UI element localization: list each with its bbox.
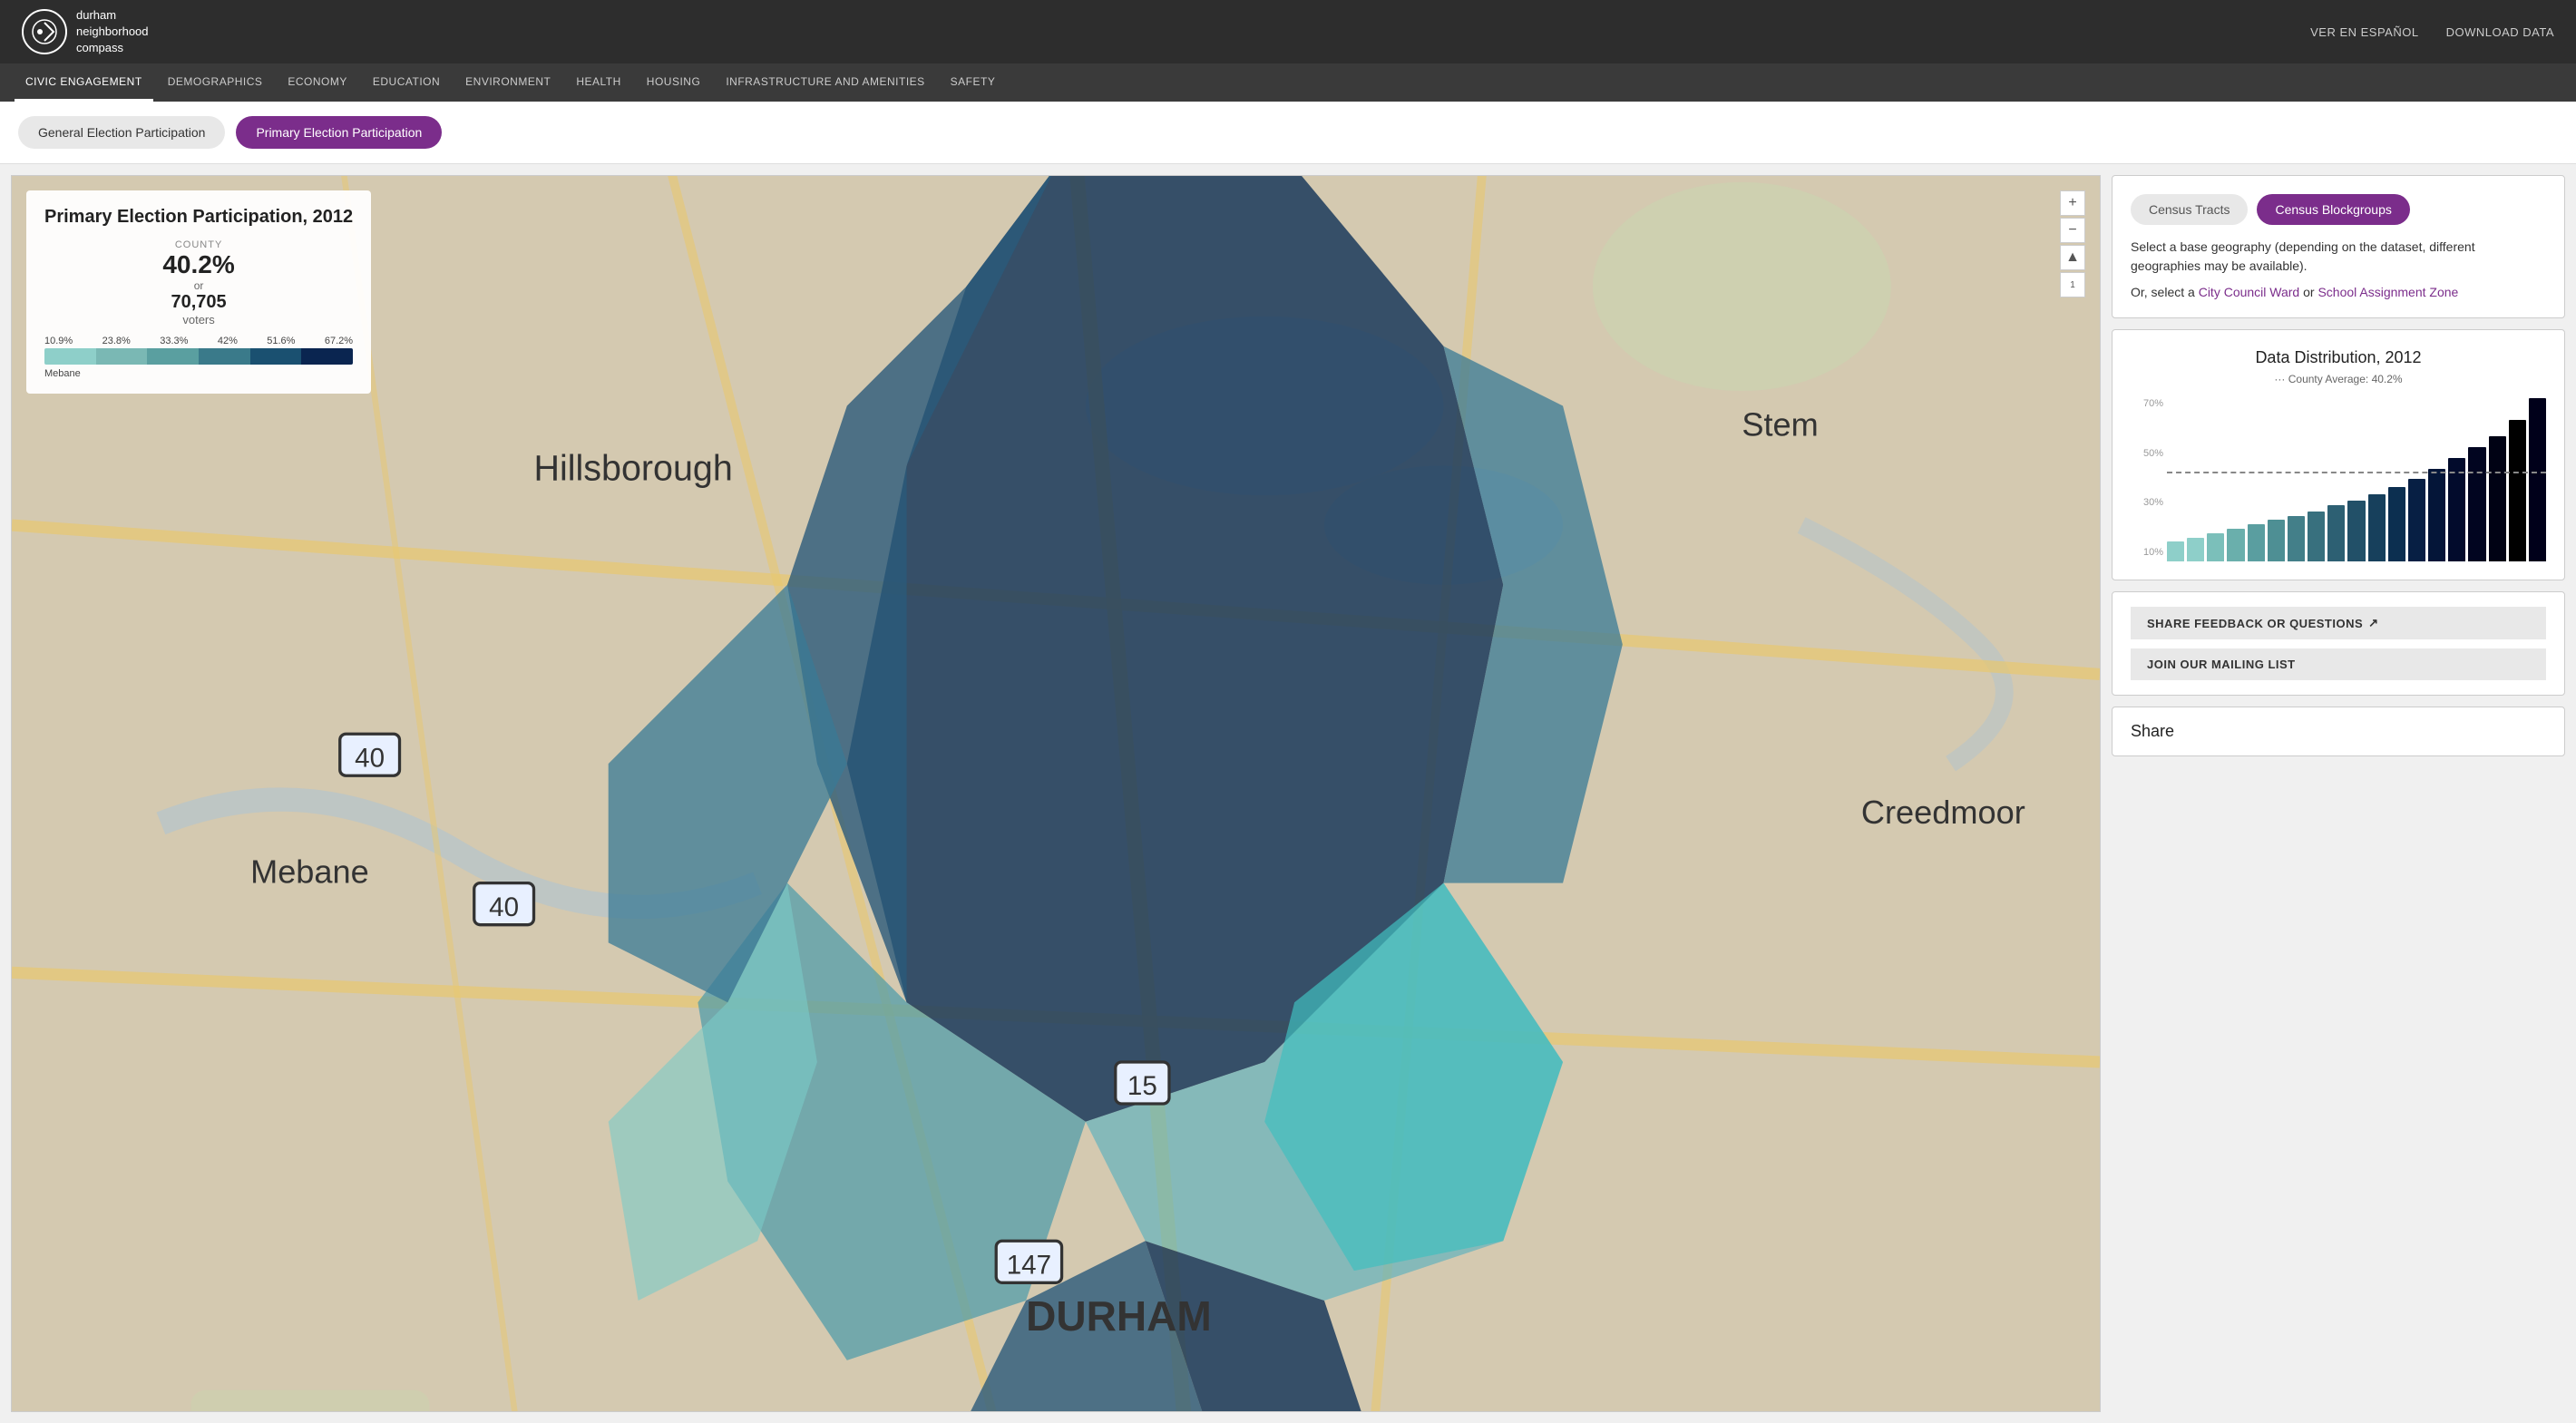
- map-title: Primary Election Participation, 2012: [44, 205, 353, 229]
- county-average-label: ··· County Average: 40.2%: [2131, 373, 2546, 385]
- chart-bar: [2308, 512, 2325, 561]
- chart-bar: [2187, 538, 2204, 561]
- county-voters-label: voters: [44, 313, 353, 327]
- nav-economy[interactable]: ECONOMY: [277, 63, 358, 102]
- chart-bar: [2368, 494, 2386, 561]
- zoom-in-button[interactable]: +: [2060, 190, 2085, 216]
- logo-area: durham neighborhood compass: [22, 7, 149, 57]
- nav-civic-engagement[interactable]: CIVIC ENGAGEMENT: [15, 63, 153, 102]
- tab-bar: General Election Participation Primary E…: [0, 102, 2576, 164]
- tab-primary-election[interactable]: Primary Election Participation: [236, 116, 442, 149]
- map-zoom-controls: + − ▲ 1: [2060, 190, 2085, 297]
- chart-bar: [2529, 398, 2546, 561]
- chart-bar: [2388, 487, 2405, 561]
- legend-labels: 10.9% 23.8% 33.3% 42% 51.6% 67.2%: [44, 336, 353, 346]
- download-link[interactable]: DOWNLOAD DATA: [2446, 25, 2554, 39]
- right-panel: Census Tracts Census Blockgroups Select …: [2112, 175, 2565, 1412]
- county-percent: 40.2%: [44, 250, 353, 279]
- chart-bar: [2408, 479, 2425, 561]
- geography-links: Or, select a City Council Ward or School…: [2131, 285, 2546, 299]
- city-council-ward-link[interactable]: City Council Ward: [2199, 285, 2300, 299]
- chart-bar: [2288, 516, 2305, 561]
- y-label-30: 30%: [2131, 497, 2167, 508]
- svg-text:Hillsborough: Hillsborough: [534, 449, 733, 489]
- distribution-title: Data Distribution, 2012: [2131, 348, 2546, 367]
- legend-bar: [44, 348, 353, 365]
- nav-environment[interactable]: ENVIRONMENT: [454, 63, 561, 102]
- chart-bar: [2448, 458, 2465, 561]
- compass-button[interactable]: ▲: [2060, 245, 2085, 270]
- svg-text:147: 147: [1007, 1250, 1051, 1280]
- share-feedback-button[interactable]: SHARE FEEDBACK OR QUESTIONS ↗: [2131, 607, 2546, 639]
- geography-buttons: Census Tracts Census Blockgroups: [2131, 194, 2546, 225]
- nav-infrastructure[interactable]: INFRASTRUCTURE AND AMENITIES: [715, 63, 935, 102]
- chart-bar: [2347, 501, 2365, 561]
- chart-bar: [2428, 469, 2445, 561]
- share-card: Share: [2112, 707, 2565, 756]
- main-content: Mebane Hillsborough Stem Creedmoor Frank…: [0, 164, 2576, 1423]
- chart-bar: [2268, 520, 2285, 561]
- nav-health[interactable]: HEALTH: [565, 63, 631, 102]
- chart-bar: [2327, 505, 2345, 561]
- map-info-overlay: Primary Election Participation, 2012 COU…: [26, 190, 371, 394]
- nav-education[interactable]: EDUCATION: [362, 63, 451, 102]
- census-tracts-button[interactable]: Census Tracts: [2131, 194, 2248, 225]
- mailing-list-button[interactable]: JOIN OUR MAILING LIST: [2131, 648, 2546, 680]
- svg-text:DURHAM: DURHAM: [1026, 1292, 1212, 1340]
- logo-text: durham neighborhood compass: [76, 7, 149, 57]
- chart-bar: [2468, 447, 2485, 561]
- county-label: COUNTY: [44, 239, 353, 250]
- chart-average-line: [2167, 472, 2546, 473]
- chart-bars: [2167, 398, 2546, 561]
- y-label-50: 50%: [2131, 448, 2167, 459]
- chart-bar: [2207, 533, 2224, 561]
- map-panel: Mebane Hillsborough Stem Creedmoor Frank…: [11, 175, 2101, 1412]
- tab-general-election[interactable]: General Election Participation: [18, 116, 225, 149]
- external-link-icon: ↗: [2368, 616, 2378, 630]
- chart-bar: [2167, 541, 2184, 561]
- nav-demographics[interactable]: DEMOGRAPHICS: [157, 63, 274, 102]
- y-label-70: 70%: [2131, 398, 2167, 409]
- chart-bar: [2489, 436, 2506, 561]
- nav-safety[interactable]: SAFETY: [940, 63, 1007, 102]
- main-nav: CIVIC ENGAGEMENT DEMOGRAPHICS ECONOMY ED…: [0, 63, 2576, 102]
- census-blockgroups-button[interactable]: Census Blockgroups: [2257, 194, 2409, 225]
- y-label-10: 10%: [2131, 547, 2167, 558]
- chart-area: 70% 50% 30% 10%: [2131, 398, 2546, 561]
- county-or: or: [44, 279, 353, 292]
- chart-bar: [2227, 529, 2244, 561]
- svg-text:40: 40: [489, 892, 519, 922]
- header-links: VER EN ESPAÑOL DOWNLOAD DATA: [2310, 25, 2554, 39]
- spanish-link[interactable]: VER EN ESPAÑOL: [2310, 25, 2418, 39]
- geography-card: Census Tracts Census Blockgroups Select …: [2112, 175, 2565, 318]
- chart-bar: [2248, 524, 2265, 561]
- zoom-level-button[interactable]: 1: [2060, 272, 2085, 297]
- chart-y-labels: 70% 50% 30% 10%: [2131, 398, 2167, 561]
- county-voters: 70,705: [44, 292, 353, 313]
- svg-text:15: 15: [1127, 1071, 1157, 1101]
- legend-location: Mebane: [44, 368, 353, 379]
- nav-housing[interactable]: HOUSING: [636, 63, 712, 102]
- zoom-out-button[interactable]: −: [2060, 218, 2085, 243]
- school-assignment-zone-link[interactable]: School Assignment Zone: [2317, 285, 2458, 299]
- svg-text:Mebane: Mebane: [250, 853, 369, 891]
- header: durham neighborhood compass VER EN ESPAÑ…: [0, 0, 2576, 63]
- distribution-card: Data Distribution, 2012 ··· County Avera…: [2112, 329, 2565, 580]
- svg-text:Creedmoor: Creedmoor: [1861, 794, 2025, 831]
- share-title: Share: [2131, 722, 2546, 741]
- svg-text:40: 40: [355, 743, 385, 773]
- logo-icon: [22, 9, 67, 54]
- action-card: SHARE FEEDBACK OR QUESTIONS ↗ JOIN OUR M…: [2112, 591, 2565, 696]
- svg-text:Stem: Stem: [1742, 405, 1818, 443]
- chart-bar: [2509, 420, 2526, 561]
- geography-description: Select a base geography (depending on th…: [2131, 238, 2546, 276]
